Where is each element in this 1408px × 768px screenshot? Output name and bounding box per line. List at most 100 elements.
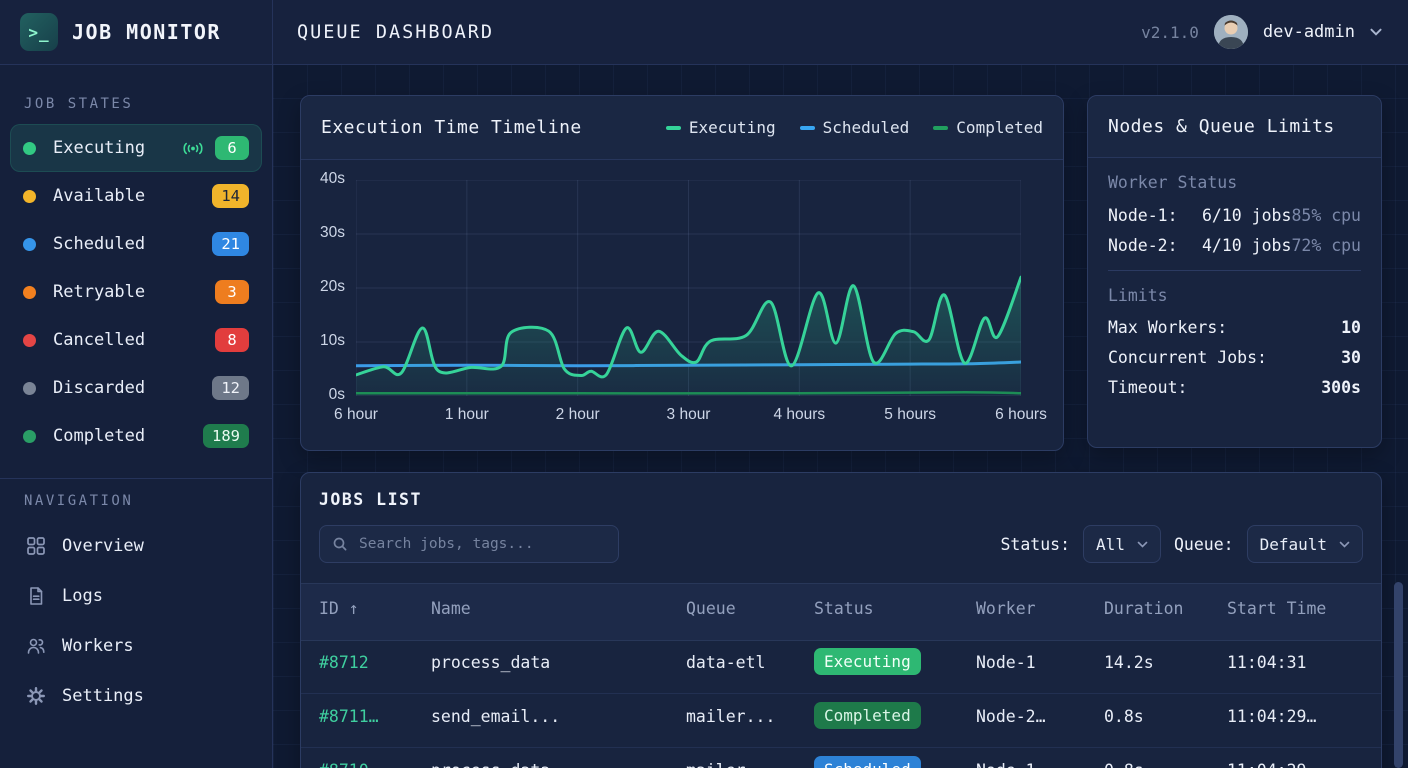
app-window: >_ JOB MONITOR QUEUE DASHBOARD v2.1.0 de…	[0, 0, 1408, 768]
chevron-down-icon	[1339, 541, 1350, 548]
nav-label: Logs	[62, 586, 103, 606]
sidebar-item-overview[interactable]: Overview	[0, 521, 272, 571]
sidebar-item-executing[interactable]: Executing 6	[10, 124, 262, 172]
status-filter-label: Status:	[1000, 534, 1071, 554]
grid-icon	[26, 536, 46, 556]
column-header-status[interactable]: Status	[814, 599, 874, 618]
legend-dash-icon	[799, 125, 815, 130]
cancelled-dot-icon	[23, 333, 36, 347]
job-name: process_data	[431, 653, 551, 672]
column-header-queue[interactable]: Queue	[686, 599, 736, 618]
job-name: send_email...	[431, 707, 561, 726]
limit-row-concurrent-jobs: Concurrent Jobs: 30	[1108, 348, 1361, 367]
job-start-time: 11:04:31	[1227, 653, 1307, 672]
brand-title: JOB MONITOR	[72, 20, 221, 44]
x-axis-tick: 6 hours	[995, 406, 1047, 423]
table-row[interactable]: #8710 process_data mailer Scheduled Node…	[301, 747, 1381, 768]
search-input[interactable]	[357, 535, 606, 553]
job-id-link[interactable]: #8710	[319, 761, 369, 768]
status-badge: Completed	[814, 702, 921, 729]
file-icon	[26, 586, 46, 606]
table-header: ID ↑ Name Queue Status Worker Duration S…	[301, 583, 1381, 641]
jobs-card: JOBS LIST Status: All	[300, 472, 1382, 768]
top-bar: >_ JOB MONITOR QUEUE DASHBOARD v2.1.0 de…	[0, 0, 1408, 65]
legend-dash-icon	[933, 125, 949, 130]
legend-item-executing[interactable]: Executing	[665, 118, 776, 137]
limit-row-max-workers: Max Workers: 10	[1108, 318, 1361, 337]
nav-label: Workers	[62, 636, 134, 656]
job-queue: mailer...	[686, 707, 776, 726]
table-scrollbar[interactable]	[1394, 582, 1403, 768]
avatar[interactable]	[1213, 15, 1248, 49]
users-icon	[26, 636, 46, 656]
discarded-dot-icon	[23, 381, 36, 395]
timeline-card: Execution Time Timeline Executing Schedu…	[300, 95, 1064, 451]
count-badge: 3	[215, 280, 249, 304]
column-header-id[interactable]: ID ↑	[319, 599, 359, 618]
terminal-logo-icon: >_	[20, 13, 58, 51]
sidebar-item-cancelled[interactable]: Cancelled 8	[10, 316, 262, 364]
job-worker: Node-1	[976, 653, 1036, 672]
x-axis-tick: 3 hour	[666, 406, 711, 423]
sidebar: JOB STATES Executing 6 Available 14 Sche…	[0, 64, 273, 768]
column-header-start[interactable]: Start Time	[1227, 599, 1326, 618]
legend-dash-icon	[665, 125, 681, 130]
version-label: v2.1.0	[1141, 22, 1199, 42]
state-label: Cancelled	[53, 330, 146, 350]
limits-title: Limits	[1108, 286, 1168, 305]
job-start-time: 11:04:29	[1227, 761, 1306, 768]
jobs-list-title: JOBS LIST	[319, 490, 422, 509]
chart-legend: Executing Scheduled Completed	[665, 118, 1043, 137]
chevron-down-icon[interactable]	[1370, 28, 1382, 36]
count-badge: 14	[212, 184, 249, 208]
user-menu[interactable]: dev-admin	[1263, 22, 1355, 42]
job-worker: Node-2…	[976, 707, 1046, 726]
table-row[interactable]: #8712 process_data data-etl Executing No…	[301, 639, 1381, 694]
search-icon	[333, 537, 347, 551]
sidebar-item-discarded[interactable]: Discarded 12	[10, 364, 262, 412]
nodes-card-header: Nodes & Queue Limits	[1088, 96, 1381, 158]
top-right-cluster: v2.1.0 dev-admin	[1141, 15, 1382, 49]
worker-row-node-1: Node-1: 6/10 jobs 85% cpu	[1108, 206, 1361, 225]
sidebar-item-workers[interactable]: Workers	[0, 621, 272, 671]
main-content: Execution Time Timeline Executing Schedu…	[273, 64, 1408, 768]
legend-item-completed[interactable]: Completed	[933, 118, 1043, 137]
status-badge: Executing	[814, 648, 921, 675]
sidebar-item-settings[interactable]: Settings	[0, 671, 272, 721]
job-start-time: 11:04:29…	[1227, 707, 1317, 726]
y-axis-tick: 20s	[320, 278, 345, 295]
sidebar-item-available[interactable]: Available 14	[10, 172, 262, 220]
timeline-title: Execution Time Timeline	[321, 117, 582, 138]
sidebar-item-retryable[interactable]: Retryable 3	[10, 268, 262, 316]
legend-item-scheduled[interactable]: Scheduled	[799, 118, 909, 137]
job-queue: data-etl	[686, 653, 766, 672]
y-axis-tick: 40s	[320, 170, 345, 187]
nodes-title: Nodes & Queue Limits	[1108, 116, 1335, 137]
count-badge: 8	[215, 328, 249, 352]
scheduled-dot-icon	[23, 237, 36, 251]
state-label: Discarded	[53, 378, 146, 398]
status-select[interactable]: All	[1083, 525, 1161, 563]
count-badge: 189	[203, 424, 249, 448]
column-header-duration[interactable]: Duration	[1104, 599, 1183, 618]
x-axis-tick: 5 hours	[884, 406, 937, 423]
jobs-controls: Status: All Queue: Default	[319, 525, 1363, 563]
queue-select[interactable]: Default	[1246, 525, 1363, 563]
y-axis-tick: 0s	[328, 386, 345, 403]
nodes-body: Worker Status Node-1: 6/10 jobs 85% cpu …	[1088, 158, 1381, 397]
job-id-link[interactable]: #8712	[319, 653, 369, 672]
sidebar-item-scheduled[interactable]: Scheduled 21	[10, 220, 262, 268]
completed-dot-icon	[23, 429, 36, 443]
x-axis-tick: 1 hour	[444, 406, 489, 423]
column-header-worker[interactable]: Worker	[976, 599, 1036, 618]
search-box	[319, 525, 619, 563]
table-row[interactable]: #8711… send_email... mailer... Completed…	[301, 693, 1381, 748]
column-header-name[interactable]: Name	[431, 599, 471, 618]
sidebar-item-logs[interactable]: Logs	[0, 571, 272, 621]
available-dot-icon	[23, 189, 36, 203]
state-label: Executing	[53, 138, 146, 158]
sidebar-item-completed[interactable]: Completed 189	[10, 412, 262, 460]
x-axis-tick: 2 hour	[555, 406, 600, 423]
job-id-link[interactable]: #8711…	[319, 707, 379, 726]
job-duration: 0.8s	[1104, 707, 1144, 726]
